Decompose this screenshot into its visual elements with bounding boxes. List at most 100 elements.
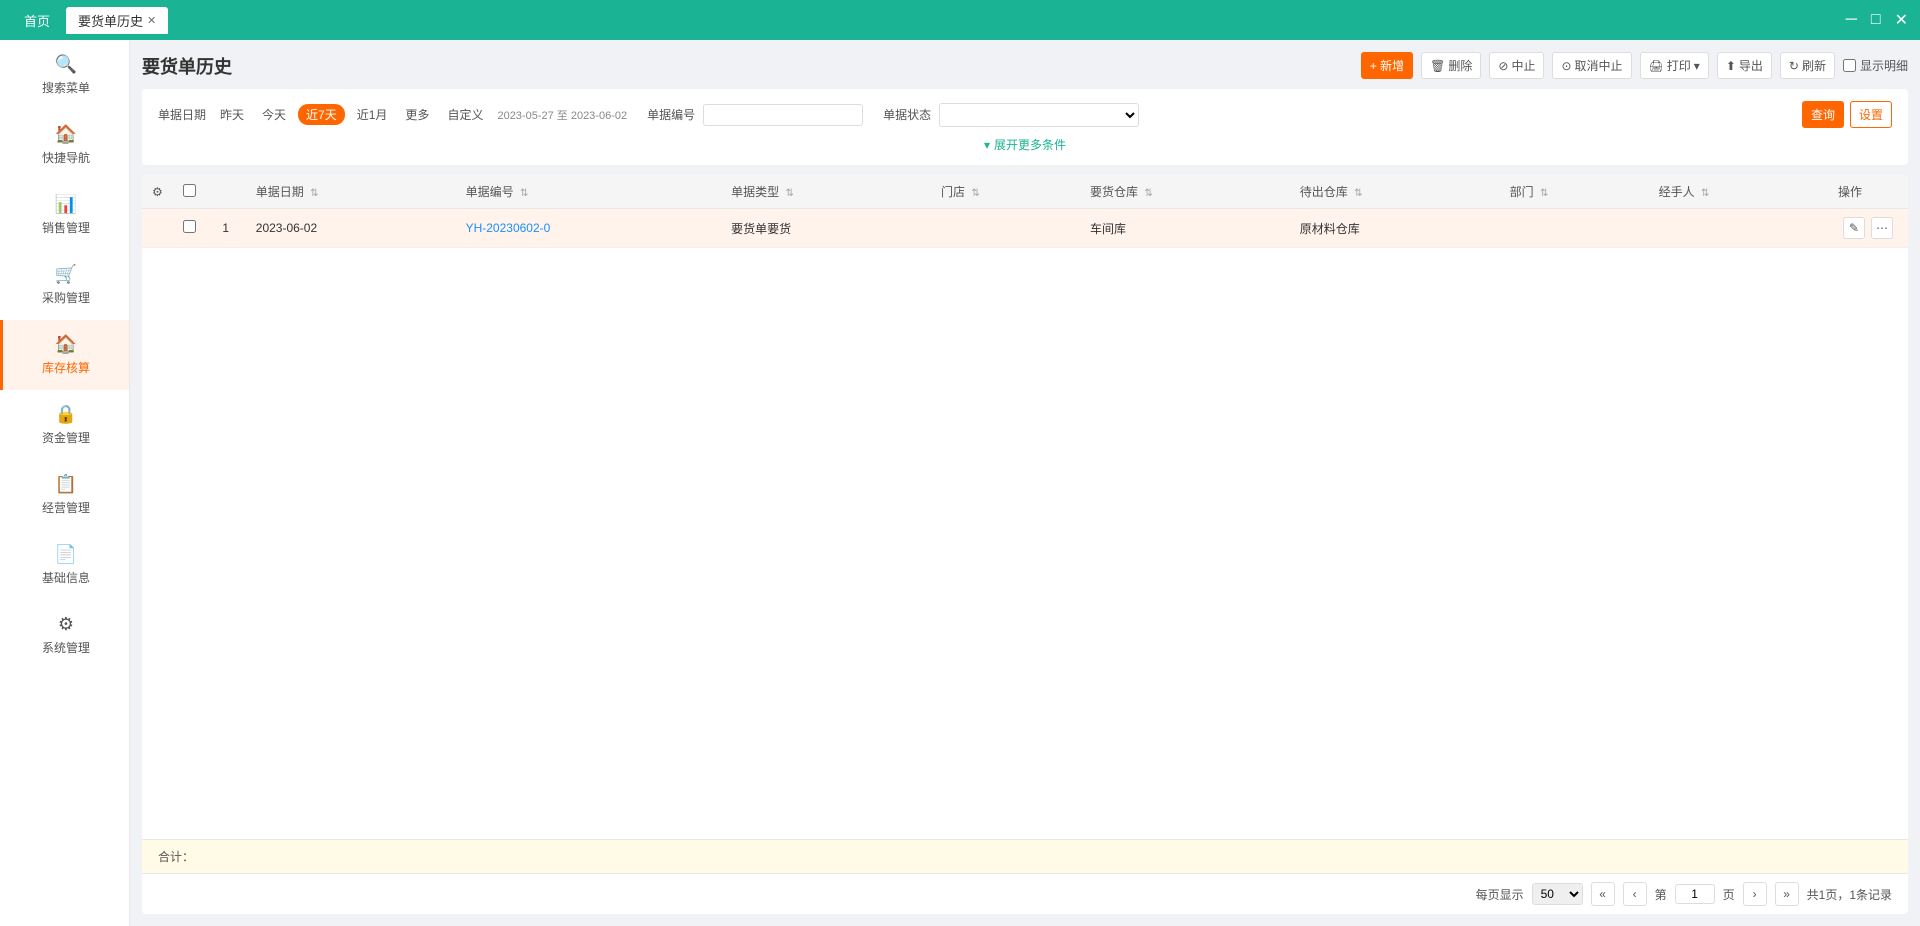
summary-label: 合计： — [158, 850, 194, 864]
minimize-icon[interactable]: ─ — [1846, 11, 1857, 29]
cancel-stop-icon: ⊙ — [1561, 59, 1571, 73]
prev-page-button[interactable]: ‹ — [1623, 882, 1647, 906]
shortcut-yesterday[interactable]: 昨天 — [214, 104, 250, 125]
doc-no-input[interactable] — [703, 104, 863, 126]
sort-doc-no-icon: ⇅ — [520, 188, 528, 199]
sort-handler-icon: ⇅ — [1701, 188, 1709, 199]
pagination-bar: 每页显示 50 10 20 100 « ‹ 第 页 › » 共1页，1条记录 — [142, 873, 1908, 914]
inventory-icon: 🏠 — [55, 334, 77, 355]
delete-button[interactable]: 🗑 删除 — [1421, 52, 1481, 79]
sidebar-item-label: 基础信息 — [42, 569, 90, 586]
th-checkbox[interactable] — [173, 175, 206, 209]
action-buttons: ✎ ⋯ — [1838, 217, 1898, 239]
sidebar-item-finance[interactable]: 🔒 资金管理 — [0, 390, 129, 460]
operations-icon: 📋 — [55, 474, 77, 495]
summary-row: 合计： — [142, 839, 1908, 873]
row-handler — [1649, 209, 1828, 248]
th-department[interactable]: 部门 ⇅ — [1500, 175, 1649, 209]
row-pending-warehouse: 原材料仓库 — [1290, 209, 1500, 248]
shortcut-more[interactable]: 更多 — [399, 104, 435, 125]
date-shortcuts: 昨天 今天 近7天 近1月 更多 自定义 — [214, 104, 489, 125]
next-page-button[interactable]: › — [1743, 882, 1767, 906]
export-button[interactable]: ⬆ 导出 — [1717, 52, 1772, 79]
select-all-checkbox[interactable] — [183, 184, 196, 197]
shortcut-1month[interactable]: 近1月 — [351, 104, 394, 125]
table-scroll[interactable]: ⚙ 单据日期 ⇅ 单据编号 ⇅ — [142, 175, 1908, 839]
status-select[interactable] — [939, 103, 1139, 127]
sidebar-item-inventory[interactable]: 🏠 库存核算 — [0, 320, 129, 390]
settings-button[interactable]: 设置 — [1850, 101, 1892, 128]
row-department — [1500, 209, 1649, 248]
first-page-button[interactable]: « — [1591, 882, 1615, 906]
per-page-select[interactable]: 50 10 20 100 — [1532, 883, 1583, 905]
settings-button-label: 设置 — [1859, 106, 1883, 123]
edit-action-button[interactable]: ✎ — [1843, 217, 1865, 239]
row-date: 2023-06-02 — [246, 209, 456, 248]
date-range-display: 2023-05-27 至 2023-06-02 — [497, 107, 627, 123]
th-actions: 操作 — [1828, 175, 1908, 209]
tab-bar: 首页 要货单历史 ✕ — [12, 7, 1846, 34]
shortcut-today[interactable]: 今天 — [256, 104, 292, 125]
sidebar-item-basic-info[interactable]: 📄 基础信息 — [0, 530, 129, 600]
row-doc-no[interactable]: YH-20230602-0 — [456, 209, 722, 248]
th-pending-warehouse[interactable]: 待出仓库 ⇅ — [1290, 175, 1500, 209]
query-button[interactable]: 查询 — [1802, 101, 1844, 128]
cancel-stop-button[interactable]: ⊙ 取消中止 — [1552, 52, 1631, 79]
sidebar-item-label: 销售管理 — [42, 219, 90, 236]
refresh-button[interactable]: ↻ 刷新 — [1780, 52, 1835, 79]
page-title: 要货单历史 — [142, 53, 232, 79]
new-button[interactable]: + 新增 — [1361, 52, 1413, 79]
print-button-label: 打印 — [1667, 57, 1691, 74]
page-input[interactable] — [1675, 884, 1715, 904]
stop-button[interactable]: ⊘ 中止 — [1489, 52, 1544, 79]
sidebar-item-label: 采购管理 — [42, 289, 90, 306]
row-checkbox-cell[interactable] — [173, 209, 206, 248]
close-tab-icon[interactable]: ✕ — [147, 14, 156, 27]
sidebar-item-sales[interactable]: 📊 销售管理 — [0, 180, 129, 250]
finance-icon: 🔒 — [55, 404, 77, 425]
sidebar-item-label: 快捷导航 — [42, 149, 90, 166]
sidebar-item-label: 系统管理 — [42, 639, 90, 656]
th-settings[interactable]: ⚙ — [142, 175, 173, 209]
show-detail-checkbox[interactable]: 显示明细 — [1843, 57, 1908, 74]
filter-row-1: 单据日期 昨天 今天 近7天 近1月 更多 自定义 2023-05-27 至 2… — [158, 101, 1892, 128]
cancel-stop-button-label: 取消中止 — [1575, 57, 1623, 74]
th-date[interactable]: 单据日期 ⇅ — [246, 175, 456, 209]
th-doc-no[interactable]: 单据编号 ⇅ — [456, 175, 722, 209]
data-table: ⚙ 单据日期 ⇅ 单据编号 ⇅ — [142, 175, 1908, 248]
sidebar-item-quick-nav[interactable]: 🏠 快捷导航 — [0, 110, 129, 180]
th-doc-type[interactable]: 单据类型 ⇅ — [721, 175, 931, 209]
th-actions-label: 操作 — [1838, 185, 1862, 199]
query-button-label: 查询 — [1811, 106, 1835, 123]
shortcut-custom[interactable]: 自定义 — [441, 104, 489, 125]
toolbar: + 新增 🗑 删除 ⊘ 中止 ⊙ 取消中止 🖨 打印 ▾ — [1361, 52, 1908, 79]
table-header-row: ⚙ 单据日期 ⇅ 单据编号 ⇅ — [142, 175, 1908, 209]
row-actions: ✎ ⋯ — [1828, 209, 1908, 248]
th-store[interactable]: 门店 ⇅ — [931, 175, 1080, 209]
row-checkbox[interactable] — [183, 220, 196, 233]
table-row: 1 2023-06-02 YH-20230602-0 要货单要货 车间库 原材料… — [142, 209, 1908, 248]
th-req-warehouse[interactable]: 要货仓库 ⇅ — [1080, 175, 1290, 209]
expand-more-btn[interactable]: ▾ 展开更多条件 — [158, 136, 1892, 153]
tab-history[interactable]: 要货单历史 ✕ — [66, 7, 168, 34]
close-window-icon[interactable]: ✕ — [1895, 10, 1908, 30]
sidebar-item-search-menu[interactable]: 🔍 搜索菜单 — [0, 40, 129, 110]
more-action-button[interactable]: ⋯ — [1871, 217, 1893, 239]
page-header: 要货单历史 + 新增 🗑 删除 ⊘ 中止 ⊙ 取消中止 🖨 — [142, 52, 1908, 79]
refresh-button-label: 刷新 — [1802, 57, 1826, 74]
show-detail-input[interactable] — [1843, 59, 1856, 72]
shortcut-7days[interactable]: 近7天 — [298, 104, 345, 125]
sidebar-item-purchase[interactable]: 🛒 采购管理 — [0, 250, 129, 320]
maximize-icon[interactable]: □ — [1871, 11, 1881, 29]
print-button[interactable]: 🖨 打印 ▾ — [1640, 52, 1709, 79]
doc-no-filter-group: 单据编号 — [647, 104, 863, 126]
tab-home[interactable]: 首页 — [12, 7, 62, 34]
refresh-icon: ↻ — [1789, 59, 1799, 73]
last-page-button[interactable]: » — [1775, 882, 1799, 906]
th-handler[interactable]: 经手人 ⇅ — [1649, 175, 1828, 209]
th-num — [206, 175, 246, 209]
th-doc-no-label: 单据编号 — [466, 185, 514, 199]
doc-no-link[interactable]: YH-20230602-0 — [466, 221, 551, 235]
sidebar-item-operations[interactable]: 📋 经营管理 — [0, 460, 129, 530]
sidebar-item-system[interactable]: ⚙ 系统管理 — [0, 600, 129, 670]
